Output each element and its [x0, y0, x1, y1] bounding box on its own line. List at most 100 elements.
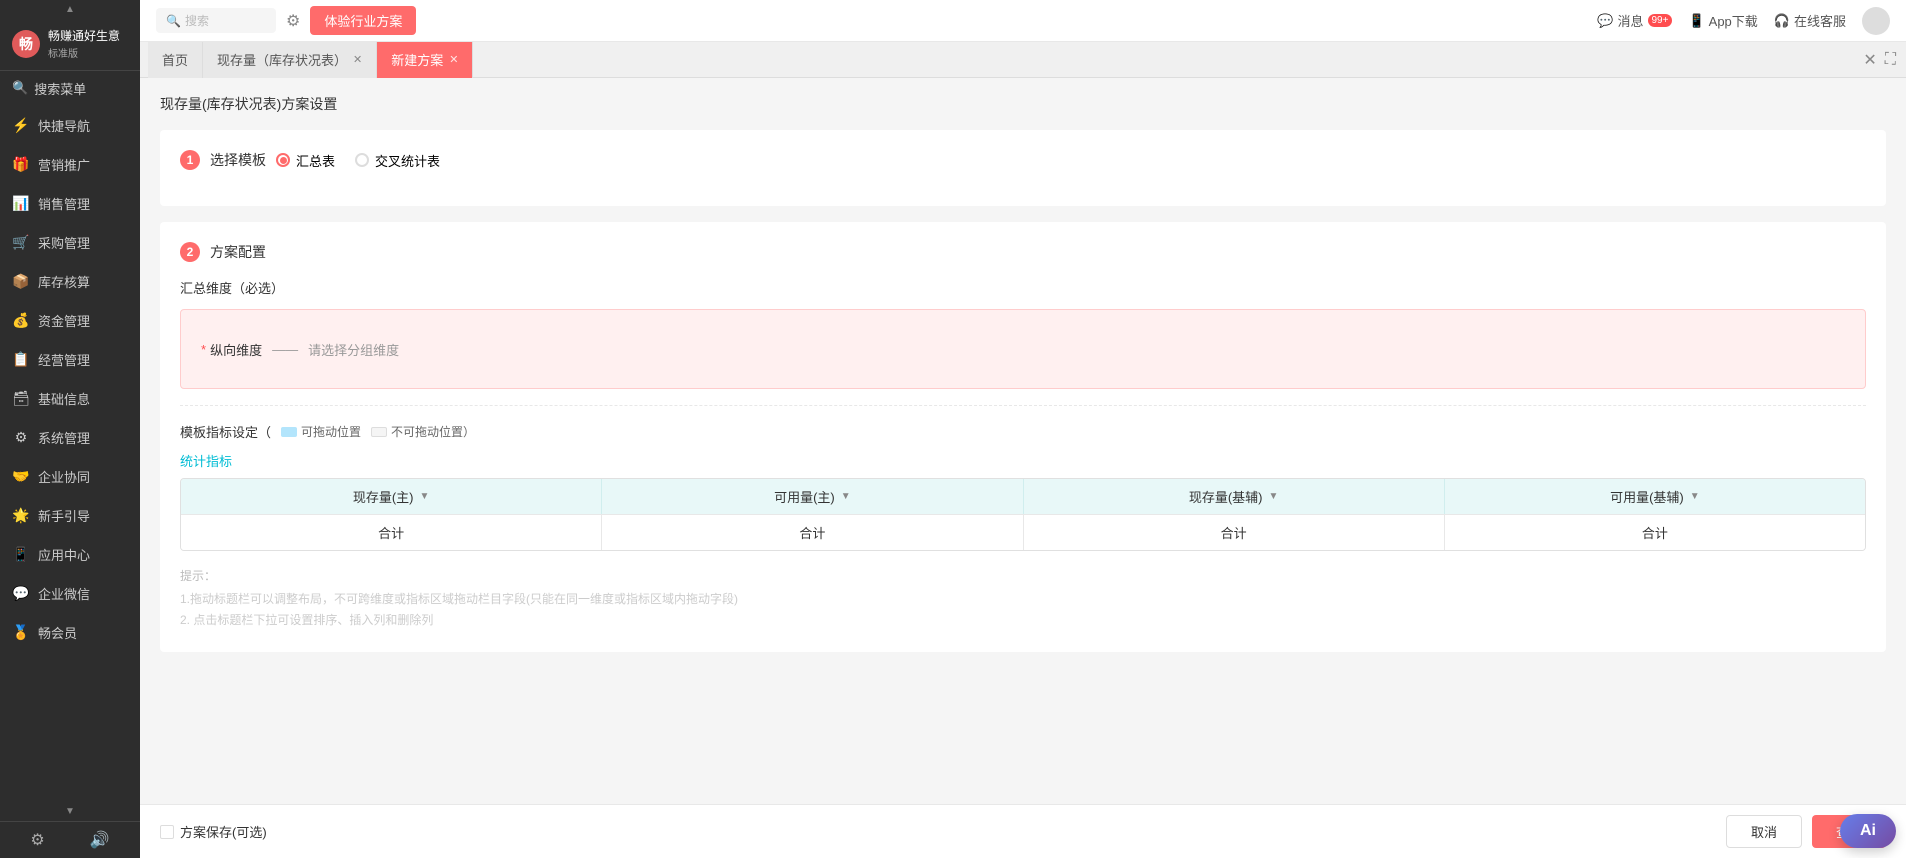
- step2-card: 2 方案配置 汇总维度（必选） * 纵向维度 —— 请选择分组维度 模板指标设定…: [160, 222, 1886, 652]
- operations-icon: 📋: [12, 350, 30, 368]
- chevron-col2-icon: ▼: [841, 491, 851, 502]
- search-icon: 🔍: [12, 80, 28, 96]
- dimension-dash: ——: [272, 342, 298, 357]
- main-area: 🔍 搜索 ⚙ 体验行业方案 💬 消息 99+ 📱 App下载 🎧 在线客服 首页: [140, 0, 1906, 858]
- sidebar-item-app-center[interactable]: 📱 应用中心: [0, 535, 140, 574]
- template-options: 汇总表 交叉统计表: [276, 151, 440, 170]
- required-mark: *: [201, 342, 206, 357]
- option-summary[interactable]: 汇总表: [276, 151, 335, 170]
- download-icon: 📱: [1688, 13, 1704, 29]
- step1-header: 1 选择模板 汇总表 交叉统计表: [180, 150, 1866, 170]
- sidebar-item-system[interactable]: ⚙ 系统管理: [0, 418, 140, 457]
- cancel-button[interactable]: 取消: [1726, 815, 1802, 848]
- tab-inventory-status[interactable]: 现存量（库存状况表） ✕: [203, 42, 377, 78]
- sidebar-item-newbie[interactable]: 🌟 新手引导: [0, 496, 140, 535]
- app-download-button[interactable]: 📱 App下载: [1688, 11, 1757, 30]
- dimension-placeholder: 请选择分组维度: [308, 340, 399, 359]
- step2-badge: 2: [180, 242, 200, 262]
- stats-data-row: 合计 合计 合计 合计: [181, 514, 1865, 550]
- sidebar-item-inventory[interactable]: 📦 库存核算: [0, 262, 140, 301]
- message-icon: 💬: [1597, 13, 1613, 29]
- settings-button[interactable]: ⚙: [30, 830, 44, 850]
- stats-col2-data: 合计: [602, 515, 1023, 550]
- tabs-bar: 首页 现存量（库存状况表） ✕ 新建方案 ✕ ✕ ⛶: [140, 42, 1906, 78]
- sidebar-item-enterprise[interactable]: 🤝 企业协同: [0, 457, 140, 496]
- newbie-icon: 🌟: [12, 506, 30, 524]
- footer-bar: 方案保存(可选) 取消 查询: [140, 804, 1906, 858]
- online-service-button[interactable]: 🎧 在线客服: [1774, 11, 1846, 30]
- checkbox-box[interactable]: [160, 825, 174, 839]
- option-cross[interactable]: 交叉统计表: [355, 151, 440, 170]
- sidebar-bottom: ⚙ 🔊: [0, 821, 140, 858]
- app-center-icon: 📱: [12, 545, 30, 563]
- sidebar-scroll-down[interactable]: ▼: [0, 802, 140, 821]
- stats-col1-data: 合计: [181, 515, 602, 550]
- radio-summary[interactable]: [276, 153, 290, 167]
- save-checkbox[interactable]: 方案保存(可选): [160, 822, 267, 841]
- enterprise-icon: 🤝: [12, 467, 30, 485]
- sidebar-item-sales[interactable]: 📊 销售管理: [0, 184, 140, 223]
- tab-new-close-icon[interactable]: ✕: [449, 53, 458, 66]
- stats-col2-header[interactable]: 可用量(主) ▼: [602, 479, 1023, 514]
- topbar-search[interactable]: 🔍 搜索: [156, 8, 276, 33]
- tips-section: 提示： 1.拖动标题栏可以调整布局，不可跨维度或指标区域拖动栏目字段(只能在同一…: [180, 567, 1866, 628]
- topbar: 🔍 搜索 ⚙ 体验行业方案 💬 消息 99+ 📱 App下载 🎧 在线客服: [140, 0, 1906, 42]
- sidebar-item-operations[interactable]: 📋 经营管理: [0, 340, 140, 379]
- stats-label: 统计指标: [180, 451, 1866, 470]
- topbar-search-icon: 🔍: [166, 14, 181, 28]
- legend-not-draggable: 不可拖动位置）: [371, 423, 475, 440]
- chevron-col3-icon: ▼: [1269, 491, 1279, 502]
- member-icon: 🏅: [12, 623, 30, 641]
- vertical-dim-label: 纵向维度: [210, 340, 262, 359]
- avatar[interactable]: [1862, 7, 1890, 35]
- sidebar-search[interactable]: 🔍 搜索菜单: [0, 71, 140, 106]
- stats-col1-header[interactable]: 现存量(主) ▼: [181, 479, 602, 514]
- tip-item-1: 1.拖动标题栏可以调整布局，不可跨维度或指标区域拖动栏目字段(只能在同一维度或指…: [180, 590, 1866, 607]
- step2-title: 方案配置: [210, 242, 266, 262]
- sidebar-item-wechat[interactable]: 💬 企业微信: [0, 574, 140, 613]
- tip-item-2: 2. 点击标题栏下拉可设置排序、插入列和删除列: [180, 611, 1866, 628]
- logo-text: 畅赚通好生意 标准版: [48, 29, 120, 60]
- audio-button[interactable]: 🔊: [90, 830, 110, 850]
- gear-icon[interactable]: ⚙: [286, 11, 300, 31]
- sidebar-logo: 畅 畅赚通好生意 标准版: [0, 19, 140, 71]
- sidebar-item-base[interactable]: 🗃 基础信息: [0, 379, 140, 418]
- sidebar-scroll-up[interactable]: ▲: [0, 0, 140, 19]
- service-icon: 🎧: [1774, 13, 1790, 29]
- tab-new-plan[interactable]: 新建方案 ✕: [377, 42, 473, 78]
- stats-col3-header[interactable]: 现存量(基辅) ▼: [1024, 479, 1445, 514]
- legend-draggable: 可拖动位置: [281, 423, 361, 440]
- logo-icon: 畅: [12, 30, 40, 58]
- tabs-right-icons: ✕ ⛶: [1863, 50, 1906, 70]
- purchase-icon: 🛒: [12, 233, 30, 251]
- stats-table: 现存量(主) ▼ 可用量(主) ▼ 现存量(基辅) ▼: [180, 478, 1866, 551]
- tab-expand-icon[interactable]: ⛶: [1885, 51, 1896, 69]
- content-area: 现存量(库存状况表)方案设置 1 选择模板 汇总表 交叉统计表: [140, 78, 1906, 804]
- ai-float-button[interactable]: Ai: [1840, 814, 1896, 848]
- base-icon: 🗃: [12, 389, 30, 407]
- sidebar-item-purchase[interactable]: 🛒 采购管理: [0, 223, 140, 262]
- sidebar: ▲ 畅 畅赚通好生意 标准版 🔍 搜索菜单 ⚡ 快捷导航 🎁 营销推广 📊 销售…: [0, 0, 140, 858]
- marketing-icon: 🎁: [12, 155, 30, 173]
- tab-home[interactable]: 首页: [148, 42, 203, 78]
- message-button[interactable]: 💬 消息 99+: [1597, 11, 1672, 30]
- chevron-col4-icon: ▼: [1690, 491, 1700, 502]
- stats-section: 统计指标 现存量(主) ▼ 可用量(主) ▼: [180, 451, 1866, 551]
- step1-badge: 1: [180, 150, 200, 170]
- sidebar-item-finance[interactable]: 💰 资金管理: [0, 301, 140, 340]
- sidebar-item-member[interactable]: 🏅 畅会员: [0, 613, 140, 652]
- dimension-area[interactable]: * 纵向维度 —— 请选择分组维度: [180, 309, 1866, 389]
- stats-col4-data: 合计: [1445, 515, 1865, 550]
- sidebar-item-quick-nav[interactable]: ⚡ 快捷导航: [0, 106, 140, 145]
- tab-inventory-close-icon[interactable]: ✕: [353, 53, 362, 66]
- indicator-settings: 模板指标设定（ 可拖动位置 不可拖动位置） 统计指标: [180, 422, 1866, 551]
- tab-collapse-icon[interactable]: ✕: [1863, 50, 1876, 70]
- page-title: 现存量(库存状况表)方案设置: [160, 94, 1886, 114]
- stats-col3-data: 合计: [1024, 515, 1445, 550]
- trial-button[interactable]: 体验行业方案: [310, 6, 416, 35]
- stats-col4-header[interactable]: 可用量(基辅) ▼: [1445, 479, 1865, 514]
- sidebar-item-marketing[interactable]: 🎁 营销推广: [0, 145, 140, 184]
- topbar-right: 💬 消息 99+ 📱 App下载 🎧 在线客服: [1597, 7, 1890, 35]
- inventory-icon: 📦: [12, 272, 30, 290]
- radio-cross[interactable]: [355, 153, 369, 167]
